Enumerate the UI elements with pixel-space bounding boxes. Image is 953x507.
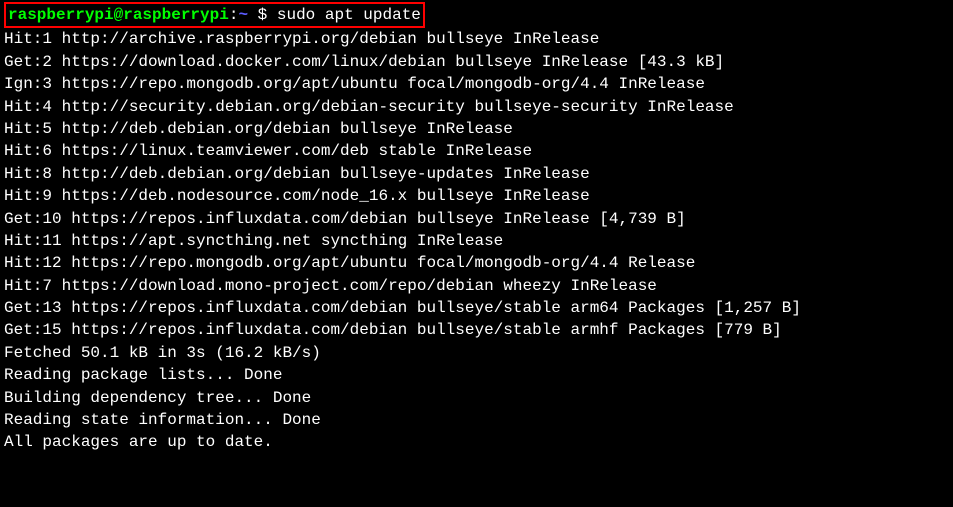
output-line: Reading package lists... Done bbox=[4, 364, 949, 386]
output-line: Ign:3 https://repo.mongodb.org/apt/ubunt… bbox=[4, 73, 949, 95]
output-line: Reading state information... Done bbox=[4, 409, 949, 431]
output-line: Hit:8 http://deb.debian.org/debian bulls… bbox=[4, 163, 949, 185]
output-line: Hit:11 https://apt.syncthing.net syncthi… bbox=[4, 230, 949, 252]
output-line: Get:15 https://repos.influxdata.com/debi… bbox=[4, 319, 949, 341]
output-line: Building dependency tree... Done bbox=[4, 387, 949, 409]
output-line: Hit:6 https://linux.teamviewer.com/deb s… bbox=[4, 140, 949, 162]
output-line: Fetched 50.1 kB in 3s (16.2 kB/s) bbox=[4, 342, 949, 364]
output-line: Hit:7 https://download.mono-project.com/… bbox=[4, 275, 949, 297]
output-line: Get:2 https://download.docker.com/linux/… bbox=[4, 51, 949, 73]
prompt-line: raspberrypi@raspberrypi:~ $ sudo apt upd… bbox=[4, 2, 949, 28]
terminal-output: Hit:1 http://archive.raspberrypi.org/deb… bbox=[4, 28, 949, 453]
output-line: Get:10 https://repos.influxdata.com/debi… bbox=[4, 208, 949, 230]
path: ~ bbox=[238, 6, 248, 24]
output-line: Hit:5 http://deb.debian.org/debian bulls… bbox=[4, 118, 949, 140]
output-line: Hit:4 http://security.debian.org/debian-… bbox=[4, 96, 949, 118]
output-line: All packages are up to date. bbox=[4, 431, 949, 453]
command-highlight: raspberrypi@raspberrypi:~ $ sudo apt upd… bbox=[4, 2, 425, 28]
terminal-window[interactable]: raspberrypi@raspberrypi:~ $ sudo apt upd… bbox=[4, 2, 949, 454]
command-text: sudo apt update bbox=[267, 6, 421, 24]
separator: : bbox=[229, 6, 239, 24]
output-line: Hit:1 http://archive.raspberrypi.org/deb… bbox=[4, 28, 949, 50]
output-line: Get:13 https://repos.influxdata.com/debi… bbox=[4, 297, 949, 319]
dollar-sign: $ bbox=[248, 6, 267, 24]
user-host: raspberrypi@raspberrypi bbox=[8, 6, 229, 24]
output-line: Hit:12 https://repo.mongodb.org/apt/ubun… bbox=[4, 252, 949, 274]
output-line: Hit:9 https://deb.nodesource.com/node_16… bbox=[4, 185, 949, 207]
